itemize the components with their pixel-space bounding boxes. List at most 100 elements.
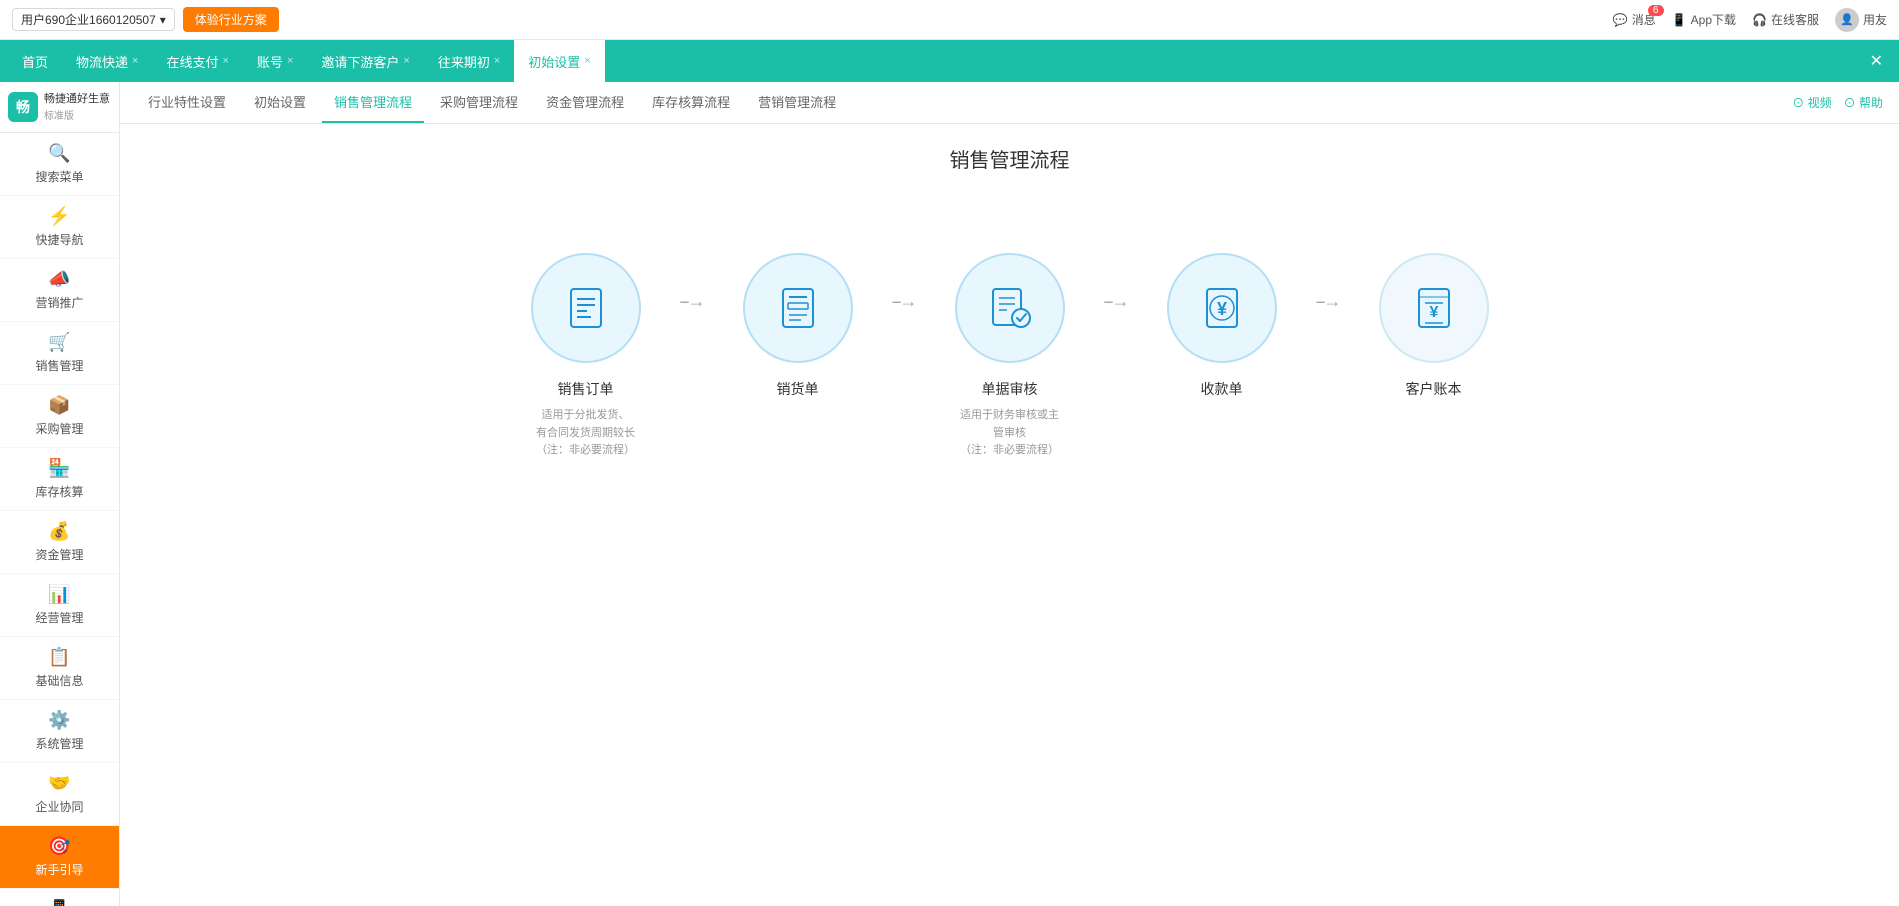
flow-label-invoice: 销货单 (777, 379, 819, 399)
nav-item-logistics[interactable]: 物流快递 × (62, 40, 152, 82)
user-label: 用户690企业1660120507 (21, 11, 156, 28)
tab-sales-flow[interactable]: 销售管理流程 (322, 82, 424, 123)
app-icon: 📱 (1672, 13, 1687, 27)
video-link[interactable]: ⊙ 视频 (1792, 94, 1831, 111)
nav-close-payment[interactable]: × (222, 55, 228, 67)
shortcut-icon: ⚡ (48, 206, 70, 227)
sidebar-label-shortcut: 快捷导航 (35, 231, 83, 248)
user-profile-button[interactable]: 👤 用友 (1835, 8, 1887, 32)
flow-step-receipt: ¥ 收款单 (1132, 253, 1312, 407)
page-content: 销售管理流程 销售订单 适用于分批发货、有合同 (120, 124, 1899, 906)
flow-circle-account[interactable]: ¥ (1379, 253, 1489, 363)
user-selector[interactable]: 用户690企业1660120507 ▾ (12, 8, 175, 31)
message-badge: 6 (1648, 5, 1664, 16)
nav-item-init[interactable]: 初始设置 × (514, 40, 604, 82)
basic-icon: 📋 (48, 647, 70, 668)
sidebar-item-finance[interactable]: 💰 资金管理 (0, 511, 119, 574)
tab-inventory-flow[interactable]: 库存核算流程 (640, 82, 742, 123)
flow-step-account: ¥ 客户账本 (1344, 253, 1524, 407)
nav-close-logistics[interactable]: × (132, 55, 138, 67)
sidebar-item-sales[interactable]: 🛒 销售管理 (0, 322, 119, 385)
flow-arrow-2: --→ (888, 291, 920, 312)
flow-label-sales-order: 销售订单 (558, 379, 614, 399)
tab-label-init: 初始设置 (254, 95, 306, 110)
sidebar-item-shortcut[interactable]: ⚡ 快捷导航 (0, 196, 119, 259)
sales-icon: 🛒 (48, 332, 70, 353)
sidebar-item-appcenter[interactable]: 📱 应用中心 (0, 889, 119, 906)
sidebar-label-basic: 基础信息 (35, 672, 83, 689)
flow-step-invoice: 销货单 (708, 253, 888, 407)
sidebar: 畅 畅捷通好生意 标准版 🔍 搜索菜单 ⚡ 快捷导航 📣 营销推广 🛒 销售管理… (0, 82, 120, 906)
app-download-label: App下载 (1691, 11, 1736, 28)
sidebar-label-inventory: 库存核算 (35, 483, 83, 500)
nav-item-account[interactable]: 账号 × (243, 40, 307, 82)
help-link[interactable]: ⊙ 帮助 (1844, 94, 1883, 111)
page-title: 销售管理流程 (160, 144, 1859, 173)
tab-init-settings[interactable]: 初始设置 (242, 82, 318, 123)
nav-label-init: 初始设置 (528, 52, 580, 71)
app-download-button[interactable]: 📱 App下载 (1672, 11, 1736, 28)
invoice-icon (773, 283, 823, 333)
sidebar-item-search[interactable]: 🔍 搜索菜单 (0, 133, 119, 196)
tab-label-industry: 行业特性设置 (148, 95, 226, 110)
nav-bar: 首页 物流快递 × 在线支付 × 账号 × 邀请下游客户 × 往来期初 × 初始… (0, 40, 1899, 82)
flow-circle-sales-order[interactable] (531, 253, 641, 363)
nav-item-period[interactable]: 往来期初 × (424, 40, 514, 82)
svg-text:¥: ¥ (1429, 304, 1438, 321)
dashed-arrow-icon-3: --→ (1104, 291, 1128, 312)
account-book-icon: ¥ (1409, 283, 1459, 333)
appcenter-icon: 📱 (48, 899, 70, 906)
main-layout: 畅 畅捷通好生意 标准版 🔍 搜索菜单 ⚡ 快捷导航 📣 营销推广 🛒 销售管理… (0, 82, 1899, 906)
sidebar-item-inventory[interactable]: 🏪 库存核算 (0, 448, 119, 511)
sidebar-item-marketing[interactable]: 📣 营销推广 (0, 259, 119, 322)
nav-close-period[interactable]: × (494, 55, 500, 67)
logo-icon: 畅 (8, 92, 38, 122)
sidebar-item-operation[interactable]: 📊 经营管理 (0, 574, 119, 637)
tab-purchase-flow[interactable]: 采购管理流程 (428, 82, 530, 123)
message-icon: 💬 (1613, 13, 1628, 27)
nav-close-invite[interactable]: × (403, 55, 409, 67)
sidebar-label-marketing: 营销推广 (35, 294, 83, 311)
flow-arrow-1: --→ (676, 291, 708, 312)
flow-label-audit: 单据审核 (982, 379, 1038, 399)
flow-arrow-4: --→ (1312, 291, 1344, 312)
flow-circle-receipt[interactable]: ¥ (1167, 253, 1277, 363)
trial-button[interactable]: 体验行业方案 (183, 7, 279, 32)
tab-marketing-flow[interactable]: 营销管理流程 (746, 82, 848, 123)
nav-close-init[interactable]: × (584, 55, 590, 67)
flow-circle-invoice[interactable] (743, 253, 853, 363)
search-icon: 🔍 (48, 143, 70, 164)
flow-arrow-3: --→ (1100, 291, 1132, 312)
sidebar-item-basic[interactable]: 📋 基础信息 (0, 637, 119, 700)
nav-close-account[interactable]: × (287, 55, 293, 67)
message-button[interactable]: 💬 消息 6 (1613, 11, 1656, 28)
sidebar-item-purchase[interactable]: 📦 采购管理 (0, 385, 119, 448)
nav-item-home[interactable]: 首页 (8, 40, 62, 82)
flow-step-audit: 单据审核 适用于财务审核或主管审核（注：非必要流程） (920, 253, 1100, 460)
flow-diagram: 销售订单 适用于分批发货、有合同发货周期较长（注：非必要流程） --→ (160, 233, 1859, 480)
sidebar-label-finance: 资金管理 (35, 546, 83, 563)
tab-finance-flow[interactable]: 资金管理流程 (534, 82, 636, 123)
purchase-icon: 📦 (48, 395, 70, 416)
collab-icon: 🤝 (48, 773, 70, 794)
sidebar-item-guide[interactable]: 🎯 新手引导 (0, 826, 119, 889)
sales-order-icon (561, 283, 611, 333)
nav-label-payment: 在线支付 (166, 52, 218, 71)
tab-industry-settings[interactable]: 行业特性设置 (136, 82, 238, 123)
tab-label-finance-flow: 资金管理流程 (546, 95, 624, 110)
logo-title: 畅捷通好生意 (44, 92, 110, 106)
flow-circle-audit[interactable] (955, 253, 1065, 363)
sidebar-label-purchase: 采购管理 (35, 420, 83, 437)
flow-label-account: 客户账本 (1406, 379, 1462, 399)
sidebar-item-collab[interactable]: 🤝 企业协同 (0, 763, 119, 826)
finance-icon: 💰 (48, 521, 70, 542)
nav-close-all-button[interactable]: ✕ (1862, 51, 1891, 71)
logo-edition: 标准版 (44, 107, 110, 122)
nav-item-invite[interactable]: 邀请下游客户 × (307, 40, 423, 82)
marketing-icon: 📣 (48, 269, 70, 290)
tab-bar: 行业特性设置 初始设置 销售管理流程 采购管理流程 资金管理流程 库存核算流程 … (120, 82, 1899, 124)
flow-desc-sales-order: 适用于分批发货、有合同发货周期较长（注：非必要流程） (536, 407, 635, 460)
nav-item-payment[interactable]: 在线支付 × (152, 40, 242, 82)
online-service-button[interactable]: 🎧 在线客服 (1752, 11, 1819, 28)
sidebar-item-system[interactable]: ⚙️ 系统管理 (0, 700, 119, 763)
